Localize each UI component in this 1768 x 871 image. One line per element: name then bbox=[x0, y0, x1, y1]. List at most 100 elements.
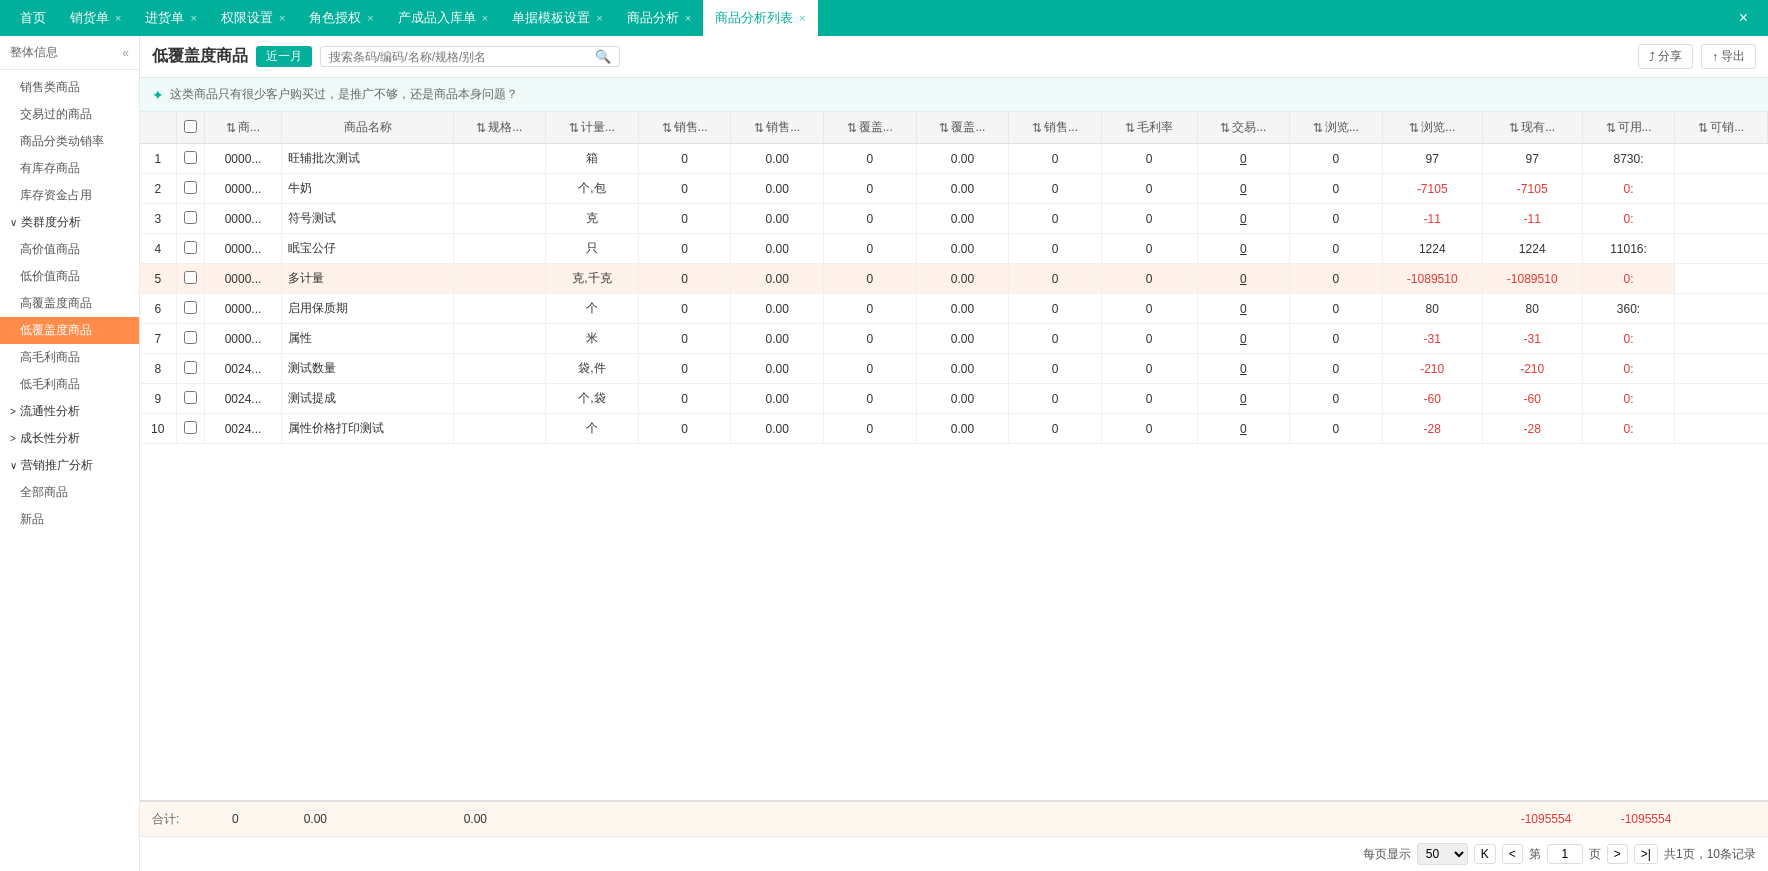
sidebar-item-sales-goods[interactable]: 销售类商品 bbox=[0, 74, 139, 101]
th-gross[interactable]: ⇅ 毛利率 bbox=[1101, 112, 1197, 144]
sidebar-collapse-icon[interactable]: « bbox=[122, 46, 129, 60]
nav-sales-order[interactable]: 销货单 × bbox=[58, 0, 133, 36]
th-available-stock[interactable]: ⇅ 可用... bbox=[1582, 112, 1675, 144]
browse-link[interactable]: 0 bbox=[1240, 302, 1247, 316]
th-trade[interactable]: ⇅ 交易... bbox=[1197, 112, 1290, 144]
th-browse2[interactable]: ⇅ 浏览... bbox=[1382, 112, 1482, 144]
cell-unit: 个 bbox=[546, 294, 639, 324]
footer-col4: 0.00 bbox=[435, 808, 515, 830]
cell-name: 牛奶 bbox=[282, 174, 453, 204]
prev-page-button[interactable]: < bbox=[1502, 844, 1523, 864]
sidebar-item-new-goods[interactable]: 新品 bbox=[0, 506, 139, 533]
cell-col3: 0 bbox=[823, 294, 916, 324]
sidebar-item-stocked-goods[interactable]: 有库存商品 bbox=[0, 155, 139, 182]
page-number-input[interactable] bbox=[1547, 844, 1583, 864]
nav-template-close[interactable]: × bbox=[596, 12, 602, 24]
search-input[interactable] bbox=[329, 50, 595, 64]
row-checkbox-6[interactable] bbox=[184, 331, 197, 344]
th-sales3[interactable]: ⇅ 销售... bbox=[1009, 112, 1102, 144]
next-page-button[interactable]: > bbox=[1607, 844, 1628, 864]
row-checkbox-2[interactable] bbox=[184, 211, 197, 224]
th-check bbox=[176, 112, 204, 144]
row-checkbox-9[interactable] bbox=[184, 421, 197, 434]
nav-product-close[interactable]: × bbox=[482, 12, 488, 24]
cell-col10: -1089510 bbox=[1482, 264, 1582, 294]
row-checkbox-0[interactable] bbox=[184, 151, 197, 164]
cell-num: 3 bbox=[140, 204, 176, 234]
cell-col10: 80 bbox=[1482, 294, 1582, 324]
browse-link[interactable]: 0 bbox=[1240, 392, 1247, 406]
th-cover2[interactable]: ⇅ 覆盖... bbox=[916, 112, 1009, 144]
sidebar-item-all-goods[interactable]: 全部商品 bbox=[0, 479, 139, 506]
cell-check bbox=[176, 414, 204, 444]
window-close-button[interactable]: × bbox=[1727, 9, 1760, 27]
th-sellable[interactable]: ⇅ 可销... bbox=[1675, 112, 1768, 144]
nav-purchase-close[interactable]: × bbox=[190, 12, 196, 24]
sidebar-item-high-profit[interactable]: 高毛利商品 bbox=[0, 344, 139, 371]
sidebar-item-traded-goods[interactable]: 交易过的商品 bbox=[0, 101, 139, 128]
row-checkbox-1[interactable] bbox=[184, 181, 197, 194]
cell-name: 眠宝公仔 bbox=[282, 234, 453, 264]
browse-link[interactable]: 0 bbox=[1240, 182, 1247, 196]
share-button[interactable]: ⤴ 分享 bbox=[1638, 44, 1693, 69]
sidebar-item-stock-capital[interactable]: 库存资金占用 bbox=[0, 182, 139, 209]
row-checkbox-5[interactable] bbox=[184, 301, 197, 314]
time-filter-button[interactable]: 近一月 bbox=[256, 46, 312, 67]
row-checkbox-7[interactable] bbox=[184, 361, 197, 374]
sidebar-group-class-analysis[interactable]: ∨ 类群度分析 bbox=[0, 209, 139, 236]
th-current-stock[interactable]: ⇅ 现有... bbox=[1482, 112, 1582, 144]
th-cover1[interactable]: ⇅ 覆盖... bbox=[823, 112, 916, 144]
th-col0[interactable]: ⇅ 商... bbox=[204, 112, 282, 144]
browse-link[interactable]: 0 bbox=[1240, 332, 1247, 346]
row-checkbox-3[interactable] bbox=[184, 241, 197, 254]
nav-product-analysis-list[interactable]: 商品分析列表 × bbox=[703, 0, 817, 36]
last-page-button[interactable]: >| bbox=[1634, 844, 1658, 864]
sidebar-group-growth-analysis[interactable]: > 成长性分析 bbox=[0, 425, 139, 452]
nav-template-settings[interactable]: 单据模板设置 × bbox=[500, 0, 614, 36]
row-checkbox-8[interactable] bbox=[184, 391, 197, 404]
sidebar-item-category-rate[interactable]: 商品分类动销率 bbox=[0, 128, 139, 155]
nav-role-auth[interactable]: 角色授权 × bbox=[297, 0, 385, 36]
th-sales1[interactable]: ⇅ 销售... bbox=[638, 112, 731, 144]
nav-purchase-order[interactable]: 进货单 × bbox=[133, 0, 208, 36]
sidebar-item-high-coverage[interactable]: 高覆盖度商品 bbox=[0, 290, 139, 317]
browse-link[interactable]: 0 bbox=[1240, 272, 1247, 286]
sidebar-item-low-profit[interactable]: 低毛利商品 bbox=[0, 371, 139, 398]
nav-analysis-list-close[interactable]: × bbox=[799, 12, 805, 24]
pagination-bar: 每页显示 50 10 20 100 K < 第 页 > >| 共1页，10条记录 bbox=[140, 836, 1768, 871]
nav-product-entry[interactable]: 产成品入库单 × bbox=[386, 0, 500, 36]
nav-product-analysis[interactable]: 商品分析 × bbox=[615, 0, 703, 36]
nav-home[interactable]: 首页 bbox=[8, 0, 58, 36]
browse-link[interactable]: 0 bbox=[1240, 242, 1247, 256]
select-all-checkbox[interactable] bbox=[184, 120, 197, 133]
nav-sales-order-close[interactable]: × bbox=[115, 12, 121, 24]
nav-permission-settings[interactable]: 权限设置 × bbox=[209, 0, 297, 36]
th-spec[interactable]: ⇅ 规格... bbox=[453, 112, 546, 144]
first-page-button[interactable]: K bbox=[1474, 844, 1496, 864]
cell-col5: 0 bbox=[1009, 204, 1102, 234]
sidebar-item-low-value[interactable]: 低价值商品 bbox=[0, 263, 139, 290]
sidebar-item-low-coverage[interactable]: 低覆盖度商品 bbox=[0, 317, 139, 344]
sidebar-item-high-value[interactable]: 高价值商品 bbox=[0, 236, 139, 263]
th-unit-sort-icon: ⇅ bbox=[569, 121, 579, 135]
cell-col4: 0.00 bbox=[916, 144, 1009, 174]
search-icon[interactable]: 🔍 bbox=[595, 49, 611, 64]
browse-link[interactable]: 0 bbox=[1240, 422, 1247, 436]
nav-role-close[interactable]: × bbox=[367, 12, 373, 24]
cell-col11: 0: bbox=[1582, 414, 1675, 444]
th-sales2[interactable]: ⇅ 销售... bbox=[731, 112, 824, 144]
cell-col10: -60 bbox=[1482, 384, 1582, 414]
browse-link[interactable]: 0 bbox=[1240, 362, 1247, 376]
browse-link[interactable]: 0 bbox=[1240, 152, 1247, 166]
browse-link[interactable]: 0 bbox=[1240, 212, 1247, 226]
nav-permission-close[interactable]: × bbox=[279, 12, 285, 24]
th-unit[interactable]: ⇅ 计量... bbox=[546, 112, 639, 144]
row-checkbox-4[interactable] bbox=[184, 271, 197, 284]
footer-col10: -1095554 bbox=[1596, 808, 1696, 830]
sidebar-group-marketing-analysis[interactable]: ∨ 营销推广分析 bbox=[0, 452, 139, 479]
nav-analysis-close[interactable]: × bbox=[685, 12, 691, 24]
th-browse1[interactable]: ⇅ 浏览... bbox=[1290, 112, 1383, 144]
export-button[interactable]: ↑ 导出 bbox=[1701, 44, 1756, 69]
sidebar-group-flow-analysis[interactable]: > 流通性分析 bbox=[0, 398, 139, 425]
page-size-select[interactable]: 50 10 20 100 bbox=[1417, 843, 1468, 865]
